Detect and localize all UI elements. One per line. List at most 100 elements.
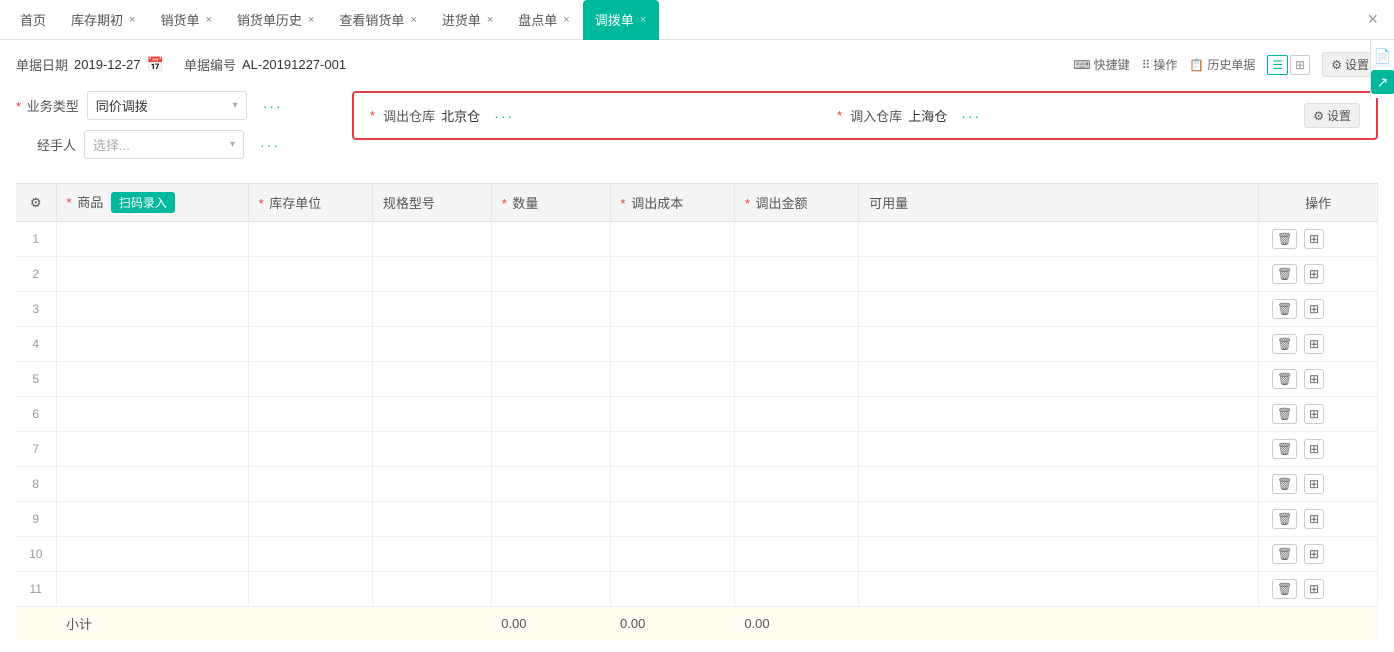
row-quantity[interactable]	[491, 257, 610, 292]
row-quantity[interactable]	[491, 292, 610, 327]
row-quantity[interactable]	[491, 432, 610, 467]
row-product[interactable]	[56, 397, 248, 432]
row-unit[interactable]	[248, 572, 372, 607]
tab-sales-order[interactable]: 销货单 ×	[148, 0, 224, 40]
delete-row-button[interactable]: 🗑	[1272, 544, 1297, 564]
row-cost[interactable]	[610, 432, 734, 467]
out-warehouse-more[interactable]: ···	[494, 108, 514, 124]
row-cost[interactable]	[610, 292, 734, 327]
row-unit[interactable]	[248, 292, 372, 327]
row-spec[interactable]	[372, 397, 491, 432]
th-settings[interactable]: ⚙	[16, 184, 56, 222]
copy-row-button[interactable]: ⊞	[1304, 439, 1324, 459]
row-unit[interactable]	[248, 397, 372, 432]
business-type-more[interactable]: ···	[263, 98, 283, 114]
row-amount[interactable]	[734, 537, 858, 572]
row-quantity[interactable]	[491, 502, 610, 537]
copy-row-button[interactable]: ⊞	[1304, 299, 1324, 319]
business-type-select[interactable]: 同价调拨 ▾	[87, 91, 247, 120]
shortcut-action[interactable]: ⌨ 快捷键	[1073, 56, 1129, 73]
row-available[interactable]	[859, 537, 1259, 572]
row-unit[interactable]	[248, 362, 372, 397]
row-quantity[interactable]	[491, 467, 610, 502]
row-amount[interactable]	[734, 292, 858, 327]
handler-select[interactable]: 选择... ▾	[84, 130, 244, 159]
copy-row-button[interactable]: ⊞	[1304, 369, 1324, 389]
row-product[interactable]	[56, 292, 248, 327]
delete-row-button[interactable]: 🗑	[1272, 474, 1297, 494]
sidebar-export-icon[interactable]: ↗	[1371, 70, 1394, 94]
row-cost[interactable]	[610, 397, 734, 432]
tab-bar-close-all[interactable]: ×	[1359, 9, 1386, 30]
tab-transfer-close[interactable]: ×	[640, 14, 646, 26]
row-quantity[interactable]	[491, 362, 610, 397]
row-cost[interactable]	[610, 222, 734, 257]
row-product[interactable]	[56, 502, 248, 537]
row-spec[interactable]	[372, 327, 491, 362]
delete-row-button[interactable]: 🗑	[1272, 299, 1297, 319]
row-amount[interactable]	[734, 502, 858, 537]
copy-row-button[interactable]: ⊞	[1304, 404, 1324, 424]
tab-stocktake[interactable]: 盘点单 ×	[506, 0, 582, 40]
scan-button[interactable]: 扫码录入	[111, 192, 175, 213]
view-list-icon[interactable]: ☰	[1267, 55, 1288, 75]
tab-purchase[interactable]: 进货单 ×	[430, 0, 506, 40]
row-spec[interactable]	[372, 222, 491, 257]
copy-row-button[interactable]: ⊞	[1304, 334, 1324, 354]
row-cost[interactable]	[610, 257, 734, 292]
row-available[interactable]	[859, 397, 1259, 432]
tab-inventory-init-close[interactable]: ×	[129, 14, 135, 26]
row-product[interactable]	[56, 467, 248, 502]
row-spec[interactable]	[372, 257, 491, 292]
row-spec[interactable]	[372, 467, 491, 502]
row-available[interactable]	[859, 467, 1259, 502]
row-unit[interactable]	[248, 467, 372, 502]
row-product[interactable]	[56, 327, 248, 362]
row-spec[interactable]	[372, 502, 491, 537]
row-product[interactable]	[56, 257, 248, 292]
row-cost[interactable]	[610, 467, 734, 502]
row-available[interactable]	[859, 432, 1259, 467]
copy-row-button[interactable]: ⊞	[1304, 579, 1324, 599]
operation-action[interactable]: ⠿ 操作	[1142, 56, 1178, 73]
delete-row-button[interactable]: 🗑	[1272, 334, 1297, 354]
tab-inventory-init[interactable]: 库存期初 ×	[59, 0, 148, 40]
copy-row-button[interactable]: ⊞	[1304, 264, 1324, 284]
delete-row-button[interactable]: 🗑	[1272, 369, 1297, 389]
row-product[interactable]	[56, 222, 248, 257]
row-product[interactable]	[56, 432, 248, 467]
tab-home[interactable]: 首页	[8, 0, 59, 40]
tab-view-sales-close[interactable]: ×	[410, 14, 416, 26]
row-available[interactable]	[859, 292, 1259, 327]
history-action[interactable]: 📋 历史单据	[1189, 56, 1255, 73]
delete-row-button[interactable]: 🗑	[1272, 264, 1297, 284]
row-spec[interactable]	[372, 362, 491, 397]
row-unit[interactable]	[248, 222, 372, 257]
row-unit[interactable]	[248, 537, 372, 572]
copy-row-button[interactable]: ⊞	[1304, 229, 1324, 249]
row-amount[interactable]	[734, 467, 858, 502]
tab-sales-order-close[interactable]: ×	[205, 14, 211, 26]
copy-row-button[interactable]: ⊞	[1304, 474, 1324, 494]
row-available[interactable]	[859, 502, 1259, 537]
delete-row-button[interactable]: 🗑	[1272, 404, 1297, 424]
row-available[interactable]	[859, 572, 1259, 607]
handler-more[interactable]: ···	[260, 137, 280, 153]
row-spec[interactable]	[372, 292, 491, 327]
row-spec[interactable]	[372, 432, 491, 467]
copy-row-button[interactable]: ⊞	[1304, 509, 1324, 529]
row-spec[interactable]	[372, 537, 491, 572]
row-amount[interactable]	[734, 572, 858, 607]
tab-stocktake-close[interactable]: ×	[563, 14, 569, 26]
delete-row-button[interactable]: 🗑	[1272, 579, 1297, 599]
row-cost[interactable]	[610, 327, 734, 362]
tab-transfer[interactable]: 调拨单 ×	[583, 0, 659, 40]
row-unit[interactable]	[248, 432, 372, 467]
row-unit[interactable]	[248, 257, 372, 292]
row-cost[interactable]	[610, 502, 734, 537]
row-quantity[interactable]	[491, 537, 610, 572]
row-quantity[interactable]	[491, 572, 610, 607]
tab-purchase-close[interactable]: ×	[487, 14, 493, 26]
row-amount[interactable]	[734, 222, 858, 257]
calendar-icon[interactable]: 📅	[147, 56, 164, 73]
